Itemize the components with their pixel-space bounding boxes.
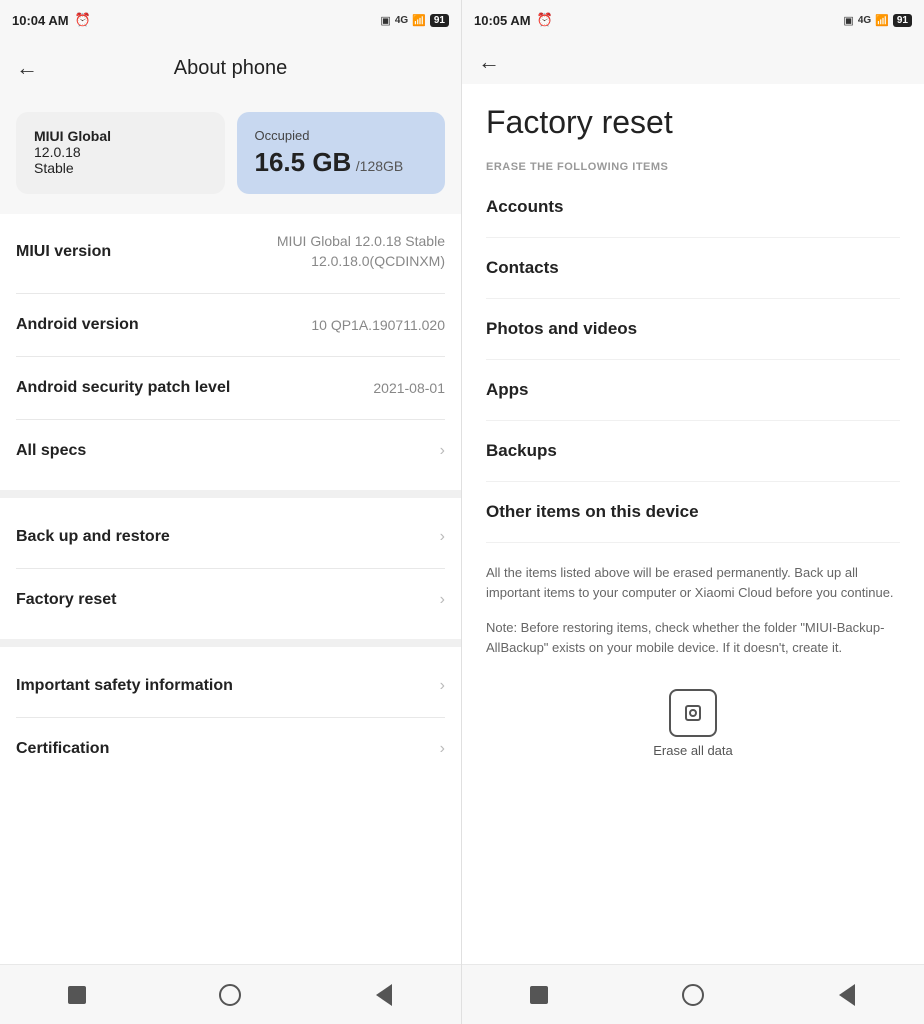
settings-safety-info[interactable]: Important safety information › (0, 659, 461, 713)
network-4g: 4G (395, 15, 408, 26)
erase-all-icon (669, 689, 717, 737)
bottom-nav-left (0, 964, 461, 1024)
recents-icon-right (530, 986, 548, 1004)
back-icon-left (376, 984, 392, 1006)
certification-label: Certification (16, 740, 432, 758)
left-screen: 10:04 AM ⏰ ▣ 4G 📶 91 ← About phone MIUI … (0, 0, 462, 1024)
warning-text: All the items listed above will be erase… (462, 543, 924, 614)
back-button-right[interactable]: ← (478, 49, 500, 75)
settings-certification[interactable]: Certification › (0, 722, 461, 776)
settings-list: MIUI version MIUI Global 12.0.18 Stable1… (0, 214, 461, 776)
settings-miui-version: MIUI version MIUI Global 12.0.18 Stable1… (0, 214, 461, 289)
nav-home-left[interactable] (208, 973, 252, 1017)
miui-line3: Stable (34, 160, 207, 176)
status-left: 10:04 AM ⏰ (12, 12, 91, 28)
safety-info-label: Important safety information (16, 677, 432, 695)
storage-value-row: 16.5 GB /128GB (255, 147, 428, 178)
left-content: MIUI Global 12.0.18 Stable Occupied 16.5… (0, 96, 461, 964)
section-divider-1 (0, 490, 461, 498)
backup-label: Back up and restore (16, 528, 432, 546)
android-version-value: 10 QP1A.190711.020 (311, 317, 445, 333)
home-icon-right (682, 984, 704, 1006)
security-patch-value: 2021-08-01 (373, 380, 445, 396)
top-bar-right: ← (462, 40, 924, 84)
right-content: Factory reset ERASE THE FOLLOWING ITEMS … (462, 84, 924, 964)
erase-backups-label: Backups (486, 441, 557, 460)
sim-icon-right: ▣ (843, 14, 853, 27)
all-specs-label: All specs (16, 442, 432, 460)
settings-factory-reset[interactable]: Factory reset › (0, 573, 461, 627)
network-4g-right: 4G (858, 15, 871, 26)
miui-card: MIUI Global 12.0.18 Stable (16, 112, 225, 194)
bottom-nav-right (462, 964, 924, 1024)
erase-contacts-label: Contacts (486, 258, 559, 277)
settings-backup[interactable]: Back up and restore › (0, 510, 461, 564)
safety-info-chevron: › (440, 677, 445, 695)
erase-all-label: Erase all data (653, 743, 733, 758)
back-button-left[interactable]: ← (16, 55, 38, 81)
erase-photos-label: Photos and videos (486, 319, 637, 338)
status-right-left: ▣ 4G 📶 91 (380, 14, 449, 27)
info-cards: MIUI Global 12.0.18 Stable Occupied 16.5… (0, 96, 461, 214)
settings-all-specs[interactable]: All specs › (0, 424, 461, 478)
erase-section-label: ERASE THE FOLLOWING ITEMS (462, 153, 924, 177)
sim-icon: ▣ (380, 14, 390, 27)
settings-android-version: Android version 10 QP1A.190711.020 (0, 298, 461, 352)
nav-back-left[interactable] (362, 973, 406, 1017)
page-title-left: About phone (50, 57, 411, 80)
battery-left: 91 (430, 14, 449, 27)
erase-item-accounts: Accounts (462, 177, 924, 237)
erase-other-label: Other items on this device (486, 502, 699, 521)
status-right-right: ▣ 4G 📶 91 (843, 14, 912, 27)
miui-version-label: MIUI version (16, 243, 277, 261)
factory-reset-label: Factory reset (16, 591, 432, 609)
time-left: 10:04 AM (12, 13, 69, 28)
all-specs-chevron: › (440, 442, 445, 460)
nav-recents-right[interactable] (517, 973, 561, 1017)
status-left-right: 10:05 AM ⏰ (474, 12, 553, 28)
nav-home-right[interactable] (671, 973, 715, 1017)
time-right: 10:05 AM (474, 13, 531, 28)
erase-item-other: Other items on this device (462, 482, 924, 542)
android-version-label: Android version (16, 316, 311, 334)
nav-back-right[interactable] (825, 973, 869, 1017)
status-bar-right: 10:05 AM ⏰ ▣ 4G 📶 91 (462, 0, 924, 40)
erase-apps-label: Apps (486, 380, 529, 399)
miui-version-value: MIUI Global 12.0.18 Stable12.0.18.0(QCDI… (277, 232, 445, 271)
erase-all-button[interactable]: Erase all data (462, 673, 924, 774)
storage-label: Occupied (255, 128, 428, 143)
erase-item-backups: Backups (462, 421, 924, 481)
alarm-icon-left: ⏰ (75, 12, 91, 28)
erase-item-photos: Photos and videos (462, 299, 924, 359)
factory-reset-title: Factory reset (462, 84, 924, 153)
section-divider-2 (0, 639, 461, 647)
alarm-icon-right: ⏰ (537, 12, 553, 28)
security-patch-label: Android security patch level (16, 379, 373, 397)
storage-value: 16.5 GB (255, 147, 352, 177)
signal-bars-right: 📶 (875, 14, 889, 27)
status-bar-left: 10:04 AM ⏰ ▣ 4G 📶 91 (0, 0, 461, 40)
home-icon-left (219, 984, 241, 1006)
recents-icon-left (68, 986, 86, 1004)
right-screen: 10:05 AM ⏰ ▣ 4G 📶 91 ← Factory reset ERA… (462, 0, 924, 1024)
nav-recents-left[interactable] (55, 973, 99, 1017)
miui-line1: MIUI Global (34, 128, 207, 144)
factory-reset-chevron: › (440, 591, 445, 609)
erase-accounts-label: Accounts (486, 197, 563, 216)
note-text: Note: Before restoring items, check whet… (462, 614, 924, 673)
storage-card: Occupied 16.5 GB /128GB (237, 112, 446, 194)
battery-right: 91 (893, 14, 912, 27)
storage-total: /128GB (356, 158, 403, 174)
erase-item-contacts: Contacts (462, 238, 924, 298)
settings-security-patch: Android security patch level 2021-08-01 (0, 361, 461, 415)
certification-chevron: › (440, 740, 445, 758)
back-icon-right (839, 984, 855, 1006)
signal-bars: 📶 (412, 14, 426, 27)
backup-chevron: › (440, 528, 445, 546)
top-bar-left: ← About phone (0, 40, 461, 96)
erase-item-apps: Apps (462, 360, 924, 420)
miui-line2: 12.0.18 (34, 144, 207, 160)
